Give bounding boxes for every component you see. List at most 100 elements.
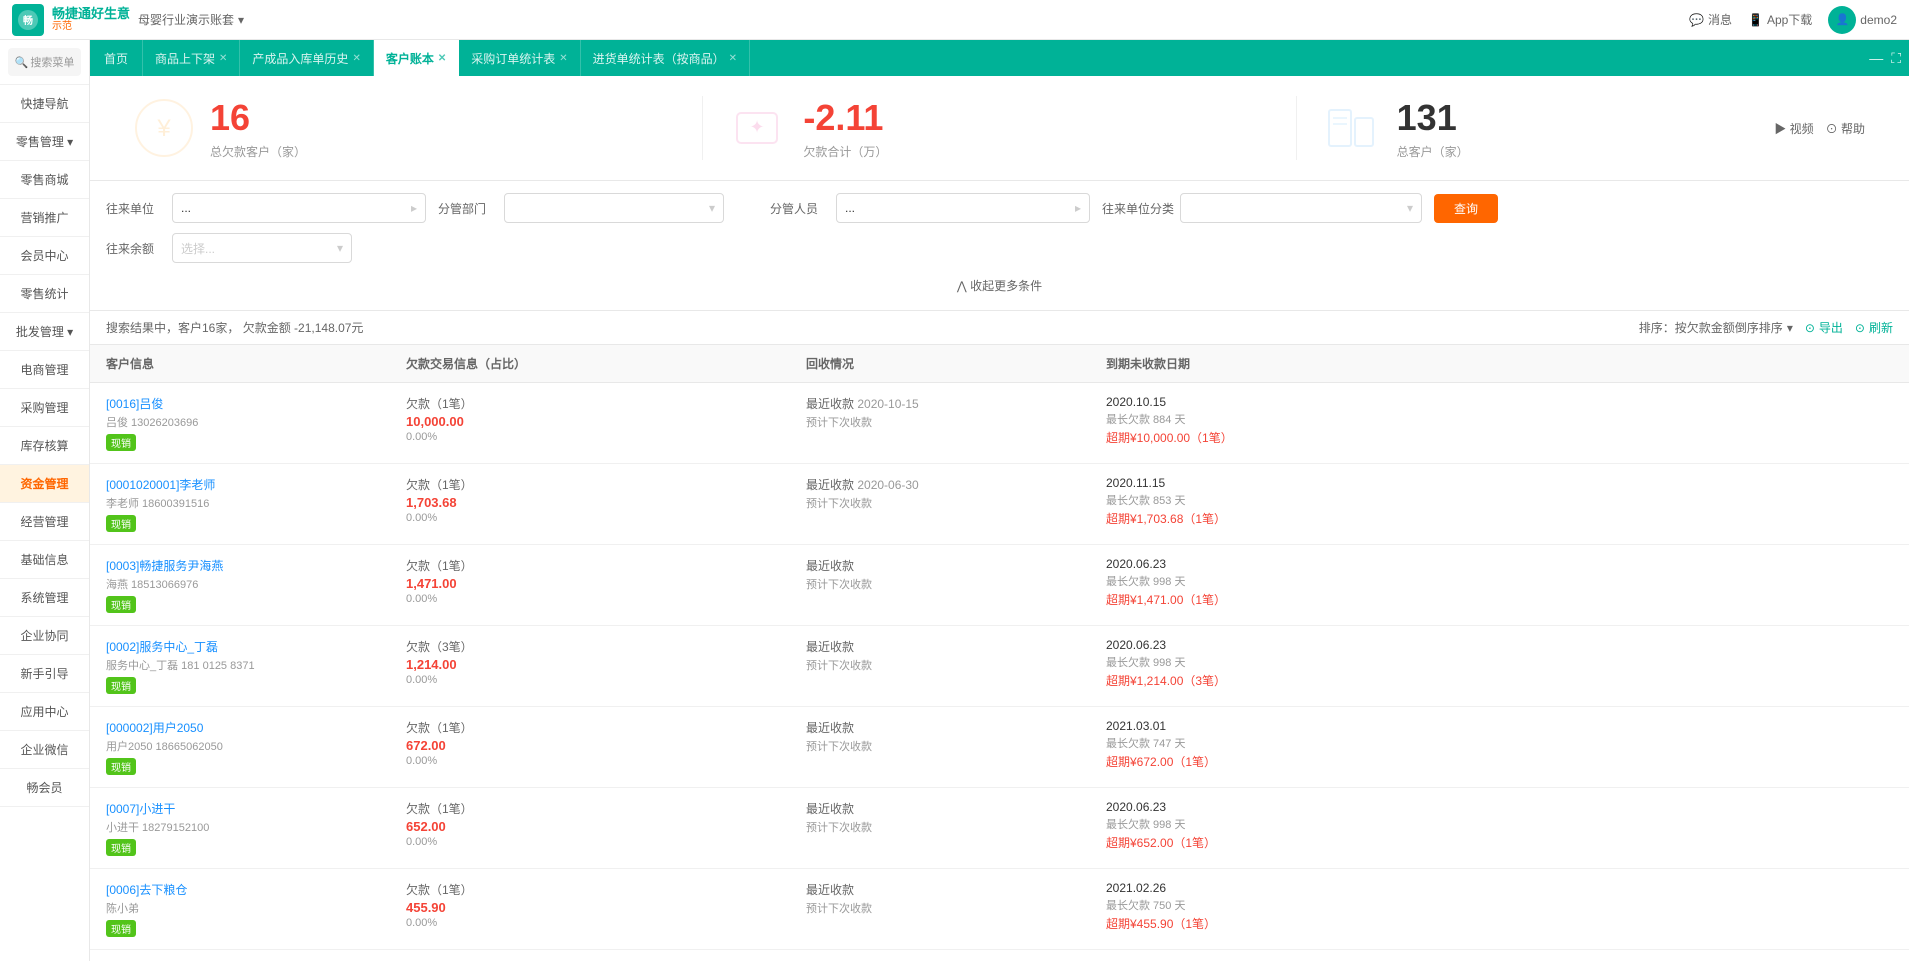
top-bar: 畅 畅捷通好生意 示范 母婴行业演示账套 ▾ 💬 消息 📱 App下载 👤 de… [0,0,1909,40]
tab-product-history[interactable]: 产成品入库单历史 ✕ [240,40,373,76]
sidebar-item-ecommerce[interactable]: 电商管理 [0,351,89,389]
sidebar-item-label: 会员中心 [20,249,68,263]
tab-product-shelf[interactable]: 商品上下架 ✕ [143,40,240,76]
sidebar-item-purchase[interactable]: 采购管理 [0,389,89,427]
collapse-filter-btn[interactable]: ⋀ 收起更多条件 [106,273,1893,298]
overdue-amount[interactable]: 超期¥10,000.00（1笔） [1106,429,1893,446]
close-icon[interactable]: ✕ [352,53,360,64]
close-icon[interactable]: ✕ [219,53,227,64]
sidebar-item-label: 零售统计 [20,287,68,301]
customer-cell: [0003]畅捷服务尹海燕 海燕 18513066976 现销 [106,557,406,613]
sidebar-item-retail-mgmt[interactable]: 零售管理 ▾ [0,123,89,161]
app-download-label: App下载 [1767,11,1812,28]
view-label: 视频 [1790,122,1814,136]
sidebar-item-marketing[interactable]: 营销推广 [0,199,89,237]
close-icon[interactable]: ✕ [559,53,567,64]
search-button[interactable]: 查询 [1434,194,1498,223]
dept-filter: 分管部门 ▾ [438,193,758,223]
sidebar-item-system[interactable]: 系统管理 [0,579,89,617]
sidebar-item-retail-stats[interactable]: 零售统计 [0,275,89,313]
debt-amount: 455.90 [406,900,806,915]
message-label: 消息 [1708,11,1732,28]
overdue-amount[interactable]: 超期¥1,214.00（3笔） [1106,672,1893,689]
from-unit-input[interactable]: ... ▸ [172,193,426,223]
chevron-down-icon: ▾ [1787,321,1793,335]
refresh-btn[interactable]: ⊙ 刷新 [1855,319,1893,336]
tab-purchase-order[interactable]: 采购订单统计表 ✕ [459,40,580,76]
help-btn[interactable]: ⊙ 帮助 [1826,120,1865,137]
search-menu-btn[interactable]: 🔍 搜索菜单 [8,48,81,76]
sidebar-item-wechat[interactable]: 企业微信 [0,731,89,769]
table-row: [0002]服务中心_丁磊 服务中心_丁磊 181 0125 8371 现销 欠… [90,626,1909,707]
tab-home[interactable]: 首页 [90,40,143,76]
tab-bar: 首页 商品上下架 ✕ 产成品入库单历史 ✕ 客户账本 ✕ 采购订单统计表 ✕ 进… [90,40,1909,76]
tab-customer-account[interactable]: 客户账本 ✕ [374,40,459,76]
overdue-amount[interactable]: 超期¥1,471.00（1笔） [1106,591,1893,608]
user-menu[interactable]: 👤 demo2 [1828,6,1897,34]
result-count: 搜索结果中，客户16家 [106,321,227,335]
collection-cell: 最近收款 预计下次收款 [806,881,1106,916]
manager-input[interactable]: ... ▸ [836,193,1090,223]
overdue-date: 2020.10.15 [1106,395,1893,409]
customer-link[interactable]: [000002]用户2050 [106,721,203,735]
maximize-btn[interactable]: ⛶ [1891,50,1901,67]
avatar: 👤 [1828,6,1856,34]
customer-link[interactable]: [0001020001]李老师 [106,478,215,492]
main-area: 首页 商品上下架 ✕ 产成品入库单历史 ✕ 客户账本 ✕ 采购订单统计表 ✕ 进… [90,40,1909,961]
customer-link[interactable]: [0016]吕俊 [106,397,163,411]
close-icon[interactable]: ✕ [438,53,446,64]
customer-link[interactable]: [0002]服务中心_丁磊 [106,640,218,654]
sidebar-item-label: 零售管理 ▾ [16,135,73,149]
sidebar-item-label: 应用中心 [20,705,68,719]
sidebar-item-operations[interactable]: 经营管理 [0,503,89,541]
customer-link[interactable]: [0007]小进干 [106,802,175,816]
sidebar-item-label: 资金管理 [20,477,68,491]
tab-label: 客户账本 [386,50,434,67]
total-debt-icon: ✦ [727,98,787,158]
collection-date: 2020-10-15 [857,397,918,411]
sidebar-item-finance[interactable]: 资金管理 [0,465,89,503]
overdue-amount[interactable]: 超期¥652.00（1笔） [1106,834,1893,851]
customer-link[interactable]: [0006]去下粮仓 [106,883,187,897]
summary-cards: ¥ 16 总欠款客户（家） ✦ [90,76,1909,181]
overdue-amount[interactable]: 超期¥672.00（1笔） [1106,753,1893,770]
table-row: [0007]小进干 小进干 18279152100 现销 欠款（1笔） 652.… [90,788,1909,869]
company-select[interactable]: 母婴行业演示账套 ▾ [138,11,244,28]
overdue-amount[interactable]: 超期¥1,703.68（1笔） [1106,510,1893,527]
collection-cell: 最近收款 2020-10-15 预计下次收款 [806,395,1106,430]
sidebar-item-member[interactable]: 会员中心 [0,237,89,275]
close-icon[interactable]: ✕ [729,53,737,64]
sidebar-item-basic-info[interactable]: 基础信息 [0,541,89,579]
sidebar-item-member-vip[interactable]: 畅会员 [0,769,89,807]
app-download-btn[interactable]: 📱 App下载 [1748,11,1812,28]
debt-cell: 欠款（1笔） 455.90 0.00% [406,881,806,929]
sidebar-item-quick-nav[interactable]: 快捷导航 [0,85,89,123]
sidebar-item-enterprise[interactable]: 企业协同 [0,617,89,655]
main-layout: 🔍 搜索菜单 快捷导航 零售管理 ▾ 零售商城 营销推广 会员中心 零售统计 批… [0,40,1909,961]
view-btn[interactable]: ▶ 视频 [1774,120,1813,137]
customer-tag: 现销 [106,839,136,856]
result-bar: 搜索结果中，客户16家， 欠款金额 -21,148.07元 排序：按欠款金额倒序… [90,311,1909,345]
sidebar-item-inventory[interactable]: 库存核算 [0,427,89,465]
customer-tag: 现销 [106,758,136,775]
sidebar-item-batch-mgmt[interactable]: 批发管理 ▾ [0,313,89,351]
message-btn[interactable]: 💬 消息 [1689,11,1732,28]
export-label: 导出 [1819,319,1843,336]
sidebar-item-retail-shop[interactable]: 零售商城 [0,161,89,199]
sidebar-item-app-center[interactable]: 应用中心 [0,693,89,731]
dept-label: 分管部门 [438,200,498,217]
sidebar-item-guide[interactable]: 新手引导 [0,655,89,693]
customer-link[interactable]: [0003]畅捷服务尹海燕 [106,559,223,573]
overdue-amount[interactable]: 超期¥455.90（1笔） [1106,915,1893,932]
unit-category-select[interactable]: ▾ [1180,193,1422,223]
table-row: [0016]吕俊 吕俊 13026203696 现销 欠款（1笔） 10,000… [90,383,1909,464]
dept-select[interactable]: ▾ [504,193,724,223]
minimize-btn[interactable]: — [1869,50,1883,66]
sort-select[interactable]: 排序：按欠款金额倒序排序 ▾ [1639,319,1793,336]
balance-select[interactable]: 选择... ▾ [172,233,352,263]
sidebar-item-label: 营销推广 [20,211,68,225]
tab-import-stats[interactable]: 进货单统计表（按商品） ✕ [581,40,750,76]
customer-cell: [0001020001]李老师 李老师 18600391516 现销 [106,476,406,532]
export-btn[interactable]: ⊙ 导出 [1805,319,1843,336]
logo-icon: 畅 [12,4,44,36]
